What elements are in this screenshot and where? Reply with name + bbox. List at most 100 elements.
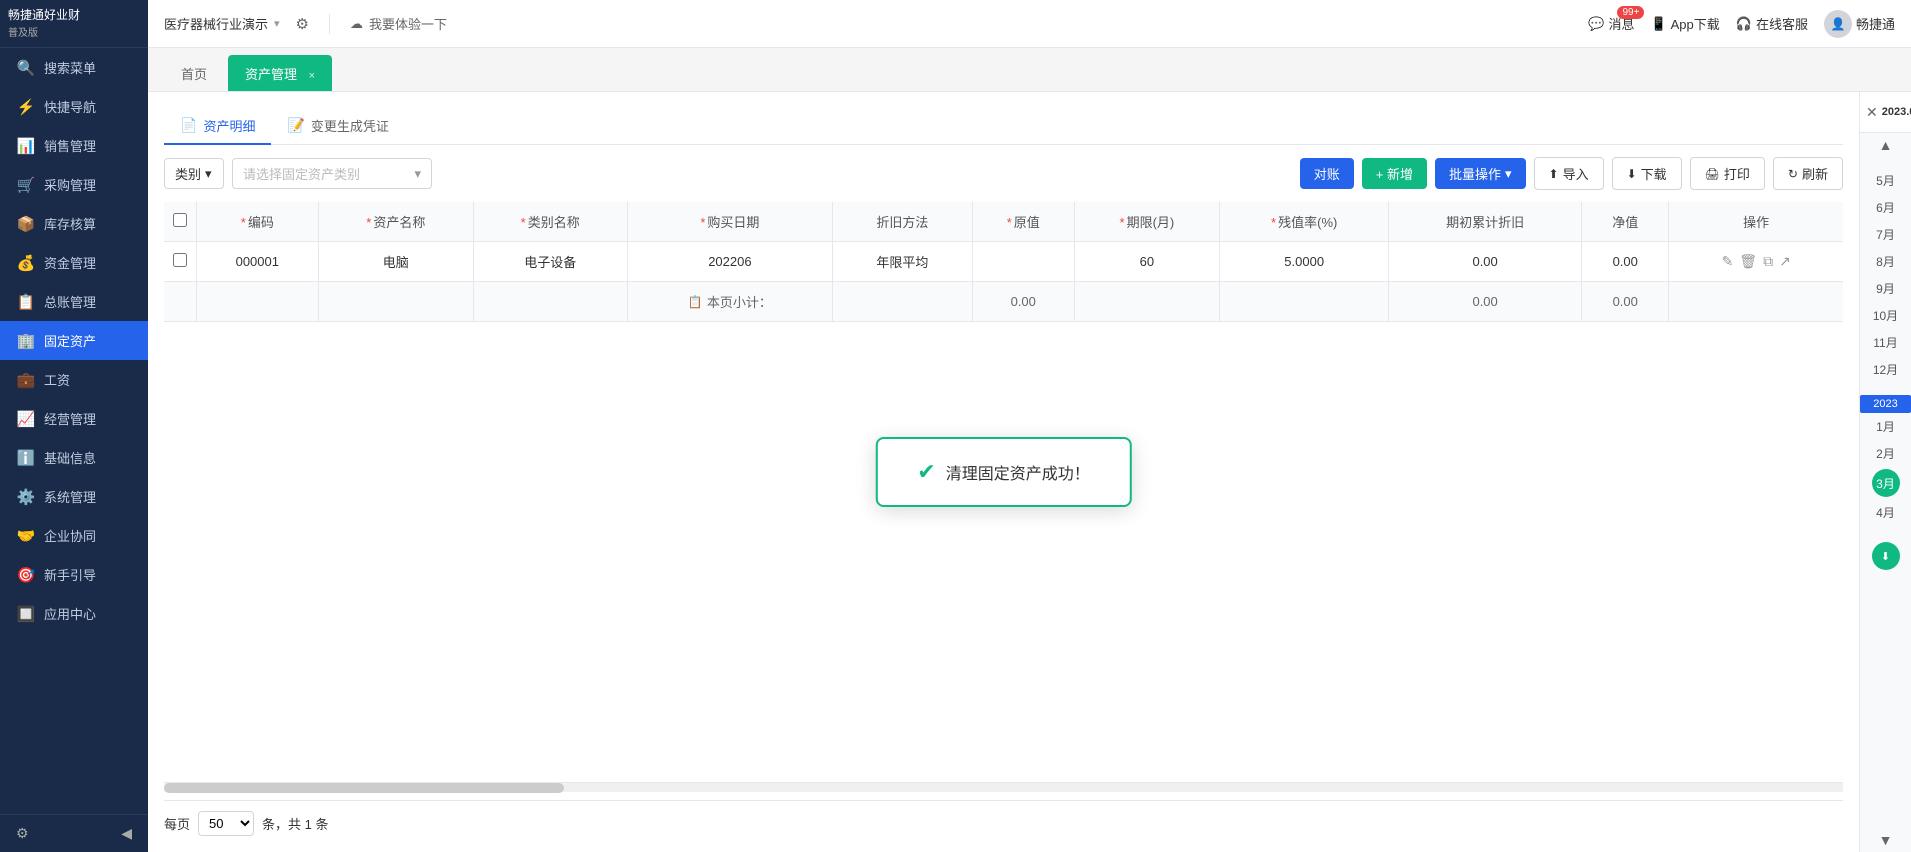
reconcile-button[interactable]: 对账 xyxy=(1300,158,1354,189)
scroll-thumb[interactable] xyxy=(164,783,564,793)
topbar-divider xyxy=(329,14,330,34)
th-original-value: *原值 xyxy=(972,202,1074,242)
sidebar-item-inventory[interactable]: 📦 库存核算 xyxy=(0,204,148,243)
th-category: *类别名称 xyxy=(473,202,627,242)
export-button[interactable]: ⬆ 导入 xyxy=(1534,157,1604,190)
horizontal-scrollbar[interactable] xyxy=(164,782,1843,792)
copy-icon[interactable]: ⧉ xyxy=(1763,253,1773,270)
user-menu[interactable]: 👤 畅捷通 xyxy=(1824,10,1895,38)
download-icon: ⬇ xyxy=(1627,167,1637,181)
th-operation: 操作 xyxy=(1669,202,1843,242)
company-name: 医疗器械行业演示 xyxy=(164,14,268,33)
sidebar-item-funds[interactable]: 💰 资金管理 xyxy=(0,243,148,282)
pagination: 每页 50 100 200 条，共 1 条 xyxy=(164,800,1843,836)
sidebar-item-system[interactable]: ⚙️ 系统管理 xyxy=(0,477,148,516)
month-4[interactable]: 4月 xyxy=(1860,499,1911,526)
tab-asset-mgmt[interactable]: 资产管理 × xyxy=(228,55,332,91)
download-button[interactable]: ⬇ 下载 xyxy=(1612,157,1682,190)
company-selector[interactable]: 医疗器械行业演示 ▾ xyxy=(164,14,280,33)
panel-nav-up[interactable]: ▲ xyxy=(1860,133,1911,157)
app-download-label: App下载 xyxy=(1671,14,1720,33)
print-label: 打印 xyxy=(1724,164,1750,183)
category-filter[interactable]: 类别 ▾ xyxy=(164,158,224,189)
sidebar-item-label: 基础信息 xyxy=(44,448,96,467)
online-service-btn[interactable]: 🎧 在线客服 xyxy=(1736,14,1808,33)
refresh-icon: ↻ xyxy=(1788,167,1798,181)
toast-message: 清理固定资产成功！ xyxy=(946,460,1090,484)
toolbar: 类别 ▾ 请选择固定资产类别 ▾ 对账 + 新增 xyxy=(164,157,1843,190)
subtotal-empty-3 xyxy=(319,282,473,322)
sidebar-item-purchase[interactable]: 🛒 采购管理 xyxy=(0,165,148,204)
sidebar-item-search[interactable]: 🔍 搜索菜单 xyxy=(0,48,148,87)
messages-btn[interactable]: 💬 消息 99+ xyxy=(1588,14,1634,33)
settings-gear-icon[interactable]: ⚙ xyxy=(296,15,309,33)
subtotal-empty-5 xyxy=(832,282,972,322)
month-5[interactable]: 5月 xyxy=(1860,167,1911,194)
th-code: *编码 xyxy=(196,202,319,242)
sidebar-item-payroll[interactable]: 💼 工资 xyxy=(0,360,148,399)
delete-icon[interactable]: 🗑 xyxy=(1739,253,1757,270)
sidebar-item-label: 资金管理 xyxy=(44,253,96,272)
refresh-button[interactable]: ↻ 刷新 xyxy=(1773,157,1843,190)
month-11[interactable]: 11月 xyxy=(1860,329,1911,356)
month-10[interactable]: 10月 xyxy=(1860,302,1911,329)
change-voucher-icon: 📝 xyxy=(287,117,304,134)
year-section-prev: 5月 6月 7月 8月 9月 10月 11月 12月 xyxy=(1860,161,1911,389)
experience-btn[interactable]: ☁ 我要体验一下 xyxy=(350,14,447,33)
month-8[interactable]: 8月 xyxy=(1860,248,1911,275)
subtotal-empty-4 xyxy=(473,282,627,322)
sidebar-item-fixed-assets[interactable]: 🏢 固定资产 xyxy=(0,321,148,360)
more-icon[interactable]: ↗ xyxy=(1779,253,1791,270)
search-icon: 🔍 xyxy=(16,59,36,77)
month-12[interactable]: 12月 xyxy=(1860,356,1911,383)
month-3[interactable]: 3月 xyxy=(1872,469,1900,497)
payroll-icon: 💼 xyxy=(16,371,36,389)
th-name: *资产名称 xyxy=(319,202,473,242)
category-input[interactable]: 请选择固定资产类别 ▾ xyxy=(232,158,432,189)
success-toast: ✔ 清理固定资产成功！ xyxy=(875,437,1131,507)
edit-icon[interactable]: ✎ xyxy=(1722,253,1734,270)
sidebar-item-sales[interactable]: 📊 销售管理 xyxy=(0,126,148,165)
select-all-checkbox[interactable] xyxy=(173,213,187,227)
print-button[interactable]: 🖨 打印 xyxy=(1690,157,1765,190)
month-2[interactable]: 2月 xyxy=(1860,440,1911,467)
panel-close-icon[interactable]: ✕ xyxy=(1866,104,1878,121)
tab-home[interactable]: 首页 xyxy=(164,55,224,91)
new-button[interactable]: + 新增 xyxy=(1362,158,1427,189)
panel-download-btn-wrap: ⬇ xyxy=(1860,532,1911,580)
month-9[interactable]: 9月 xyxy=(1860,275,1911,302)
cloud-icon: ☁ xyxy=(350,16,363,32)
tab-close-icon[interactable]: × xyxy=(309,70,315,82)
sidebar-item-operations[interactable]: 📈 经营管理 xyxy=(0,399,148,438)
topbar: 医疗器械行业演示 ▾ ⚙ ☁ 我要体验一下 💬 消息 99+ 📱 App下载 🎧… xyxy=(148,0,1911,48)
collapse-icon[interactable]: ◀ xyxy=(121,825,132,842)
td-category: 电子设备 xyxy=(473,242,627,282)
sub-tab-change-voucher-label: 变更生成凭证 xyxy=(311,116,389,135)
right-panel-header: ✕ 2023.03 ⤢ xyxy=(1860,92,1911,133)
experience-label: 我要体验一下 xyxy=(369,14,447,33)
toolbar-left: 类别 ▾ 请选择固定资产类别 ▾ xyxy=(164,158,1292,189)
sidebar-item-app-center[interactable]: 🔲 应用中心 xyxy=(0,594,148,633)
row-checkbox[interactable] xyxy=(173,253,187,267)
sidebar-item-ledger[interactable]: 📋 总账管理 xyxy=(0,282,148,321)
month-1[interactable]: 1月 xyxy=(1860,413,1911,440)
month-6[interactable]: 6月 xyxy=(1860,194,1911,221)
sidebar-item-guide[interactable]: 🎯 新手引导 xyxy=(0,555,148,594)
month-7[interactable]: 7月 xyxy=(1860,221,1911,248)
guide-icon: 🎯 xyxy=(16,566,36,584)
panel-download-icon[interactable]: ⬇ xyxy=(1872,542,1900,570)
per-page-select[interactable]: 50 100 200 xyxy=(198,811,254,836)
td-original-value xyxy=(972,242,1074,282)
sub-tab-change-voucher[interactable]: 📝 变更生成凭证 xyxy=(271,108,404,145)
right-panel: ✕ 2023.03 ⤢ ▲ 5月 6月 7月 8月 9月 10月 11月 12月… xyxy=(1859,92,1911,852)
topbar-right: 💬 消息 99+ 📱 App下载 🎧 在线客服 👤 畅捷通 xyxy=(1588,10,1895,38)
sidebar-item-quick-nav[interactable]: ⚡ 快捷导航 xyxy=(0,87,148,126)
settings-icon[interactable]: ⚙ xyxy=(16,825,29,842)
app-download-btn[interactable]: 📱 App下载 xyxy=(1650,14,1719,33)
panel-nav-down[interactable]: ▼ xyxy=(1860,828,1911,852)
sidebar-item-enterprise[interactable]: 🤝 企业协同 xyxy=(0,516,148,555)
sub-tab-asset-detail[interactable]: 📄 资产明细 xyxy=(164,108,271,145)
category-arrow-icon: ▾ xyxy=(205,166,212,182)
sidebar-item-basic-info[interactable]: ℹ️ 基础信息 xyxy=(0,438,148,477)
batch-button[interactable]: 批量操作 ▾ xyxy=(1435,158,1526,189)
